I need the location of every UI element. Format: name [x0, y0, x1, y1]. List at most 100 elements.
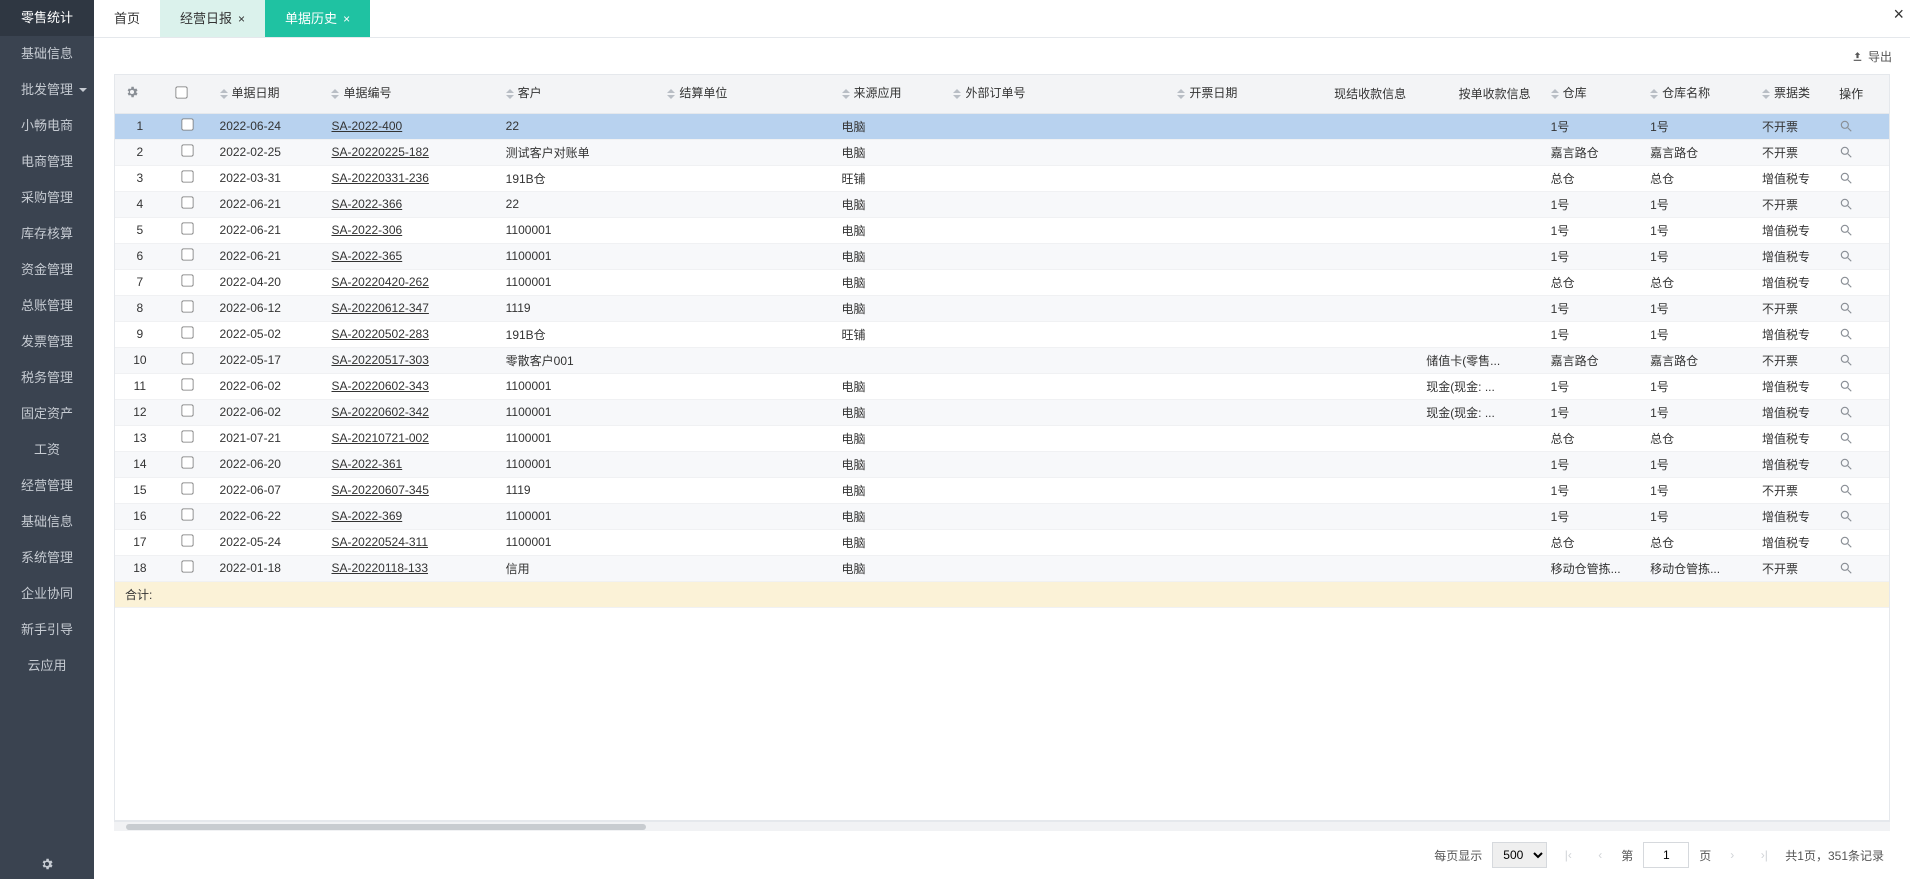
sidebar-item[interactable]: 基础信息: [0, 504, 94, 540]
table-row[interactable]: 12022-06-24SA-2022-40022电脑1号1号不开票: [115, 113, 1889, 139]
table-row[interactable]: 62022-06-21SA-2022-3651100001电脑1号1号增值税专: [115, 243, 1889, 269]
magnifier-icon[interactable]: [1839, 535, 1853, 549]
col-ticket[interactable]: 票据类: [1752, 75, 1829, 113]
tab-daily-report[interactable]: 经营日报×: [160, 0, 265, 37]
doc-link[interactable]: SA-2022-306: [331, 223, 402, 237]
sidebar-item[interactable]: 经营管理: [0, 468, 94, 504]
tab-home[interactable]: 首页: [94, 0, 160, 37]
table-row[interactable]: 112022-06-02SA-20220602-3431100001电脑现金(现…: [115, 373, 1889, 399]
sidebar-item[interactable]: 固定资产: [0, 396, 94, 432]
doc-link[interactable]: SA-2022-366: [331, 197, 402, 211]
doc-link[interactable]: SA-2022-365: [331, 249, 402, 263]
doc-link[interactable]: SA-20220118-133: [331, 561, 428, 575]
col-cust[interactable]: 客户: [496, 75, 658, 113]
doc-link[interactable]: SA-20220602-342: [331, 405, 428, 419]
magnifier-icon[interactable]: [1839, 379, 1853, 393]
table-row[interactable]: 152022-06-07SA-20220607-3451119电脑1号1号不开票: [115, 477, 1889, 503]
doc-link[interactable]: SA-20220524-311: [331, 535, 428, 549]
magnifier-icon[interactable]: [1839, 197, 1853, 211]
export-button[interactable]: 导出: [1851, 48, 1892, 65]
tab-doc-history[interactable]: 单据历史×: [265, 0, 370, 37]
table-row[interactable]: 122022-06-02SA-20220602-3421100001电脑现金(现…: [115, 399, 1889, 425]
col-doc[interactable]: 单据编号: [321, 75, 495, 113]
page-input[interactable]: [1643, 842, 1689, 868]
close-icon[interactable]: ×: [343, 12, 350, 26]
col-wh[interactable]: 仓库: [1541, 75, 1641, 113]
magnifier-icon[interactable]: [1839, 119, 1853, 133]
row-checkbox[interactable]: [181, 274, 193, 286]
table-row[interactable]: 32022-03-31SA-20220331-236191B仓旺铺总仓总仓增值税…: [115, 165, 1889, 191]
row-checkbox[interactable]: [181, 248, 193, 260]
row-checkbox[interactable]: [181, 456, 193, 468]
row-checkbox[interactable]: [181, 222, 193, 234]
col-whn[interactable]: 仓库名称: [1640, 75, 1752, 113]
col-gear[interactable]: [115, 75, 165, 113]
sidebar-item[interactable]: 工资: [0, 432, 94, 468]
magnifier-icon[interactable]: [1839, 405, 1853, 419]
page-prev[interactable]: ‹: [1589, 842, 1611, 868]
magnifier-icon[interactable]: [1839, 509, 1853, 523]
sidebar-item[interactable]: 批发管理: [0, 72, 94, 108]
row-checkbox[interactable]: [181, 508, 193, 520]
row-checkbox[interactable]: [181, 404, 193, 416]
magnifier-icon[interactable]: [1839, 145, 1853, 159]
table-row[interactable]: 182022-01-18SA-20220118-133信用电脑移动仓管拣...移…: [115, 555, 1889, 581]
col-src[interactable]: 来源应用: [832, 75, 944, 113]
row-checkbox[interactable]: [181, 144, 193, 156]
sidebar-item[interactable]: 基础信息: [0, 36, 94, 72]
magnifier-icon[interactable]: [1839, 483, 1853, 497]
table-row[interactable]: 162022-06-22SA-2022-3691100001电脑1号1号增值税专: [115, 503, 1889, 529]
doc-link[interactable]: SA-20220225-182: [331, 145, 428, 159]
table-row[interactable]: 132021-07-21SA-20210721-0021100001电脑总仓总仓…: [115, 425, 1889, 451]
table-row[interactable]: 102022-05-17SA-20220517-303零散客户001储值卡(零售…: [115, 347, 1889, 373]
doc-link[interactable]: SA-20220607-345: [331, 483, 428, 497]
sidebar-item[interactable]: 发票管理: [0, 324, 94, 360]
sidebar-item[interactable]: 库存核算: [0, 216, 94, 252]
table-row[interactable]: 92022-05-02SA-20220502-283191B仓旺铺1号1号增值税…: [115, 321, 1889, 347]
select-all-checkbox[interactable]: [175, 86, 187, 98]
row-checkbox[interactable]: [181, 300, 193, 312]
doc-link[interactable]: SA-20220331-236: [331, 171, 428, 185]
h-scrollbar[interactable]: [114, 821, 1890, 831]
col-ext[interactable]: 外部订单号: [943, 75, 1167, 113]
sidebar-settings[interactable]: [0, 849, 94, 879]
col-sunit[interactable]: 结算单位: [657, 75, 831, 113]
row-checkbox[interactable]: [181, 430, 193, 442]
row-checkbox[interactable]: [181, 378, 193, 390]
magnifier-icon[interactable]: [1839, 301, 1853, 315]
table-row[interactable]: 142022-06-20SA-2022-3611100001电脑1号1号增值税专: [115, 451, 1889, 477]
doc-link[interactable]: SA-2022-361: [331, 457, 402, 471]
close-icon[interactable]: ×: [238, 12, 245, 26]
doc-link[interactable]: SA-20220517-303: [331, 353, 428, 367]
table-row[interactable]: 52022-06-21SA-2022-3061100001电脑1号1号增值税专: [115, 217, 1889, 243]
magnifier-icon[interactable]: [1839, 223, 1853, 237]
table-row[interactable]: 172022-05-24SA-20220524-3111100001电脑总仓总仓…: [115, 529, 1889, 555]
col-checkbox[interactable]: [165, 75, 210, 113]
row-checkbox[interactable]: [181, 482, 193, 494]
table-row[interactable]: 22022-02-25SA-20220225-182测试客户对账单电脑嘉言路仓嘉…: [115, 139, 1889, 165]
sidebar-item[interactable]: 税务管理: [0, 360, 94, 396]
doc-link[interactable]: SA-20220602-343: [331, 379, 428, 393]
doc-link[interactable]: SA-20220420-262: [331, 275, 428, 289]
row-checkbox[interactable]: [181, 118, 193, 130]
col-bill[interactable]: 开票日期: [1167, 75, 1254, 113]
col-cash[interactable]: 现结收款信息: [1254, 75, 1416, 113]
doc-link[interactable]: SA-20220502-283: [331, 327, 428, 341]
row-checkbox[interactable]: [181, 326, 193, 338]
sidebar-item[interactable]: 采购管理: [0, 180, 94, 216]
sidebar-item[interactable]: 小畅电商: [0, 108, 94, 144]
row-checkbox[interactable]: [181, 560, 193, 572]
sidebar-item[interactable]: 企业协同: [0, 576, 94, 612]
page-last[interactable]: ›|: [1753, 842, 1775, 868]
close-all-tabs[interactable]: ×: [1893, 4, 1904, 25]
magnifier-icon[interactable]: [1839, 561, 1853, 575]
sidebar-item[interactable]: 零售统计: [0, 0, 94, 36]
page-first[interactable]: |‹: [1557, 842, 1579, 868]
row-checkbox[interactable]: [181, 352, 193, 364]
magnifier-icon[interactable]: [1839, 431, 1853, 445]
sidebar-item[interactable]: 总账管理: [0, 288, 94, 324]
magnifier-icon[interactable]: [1839, 457, 1853, 471]
magnifier-icon[interactable]: [1839, 353, 1853, 367]
sidebar-item[interactable]: 新手引导: [0, 612, 94, 648]
table-row[interactable]: 42022-06-21SA-2022-36622电脑1号1号不开票: [115, 191, 1889, 217]
